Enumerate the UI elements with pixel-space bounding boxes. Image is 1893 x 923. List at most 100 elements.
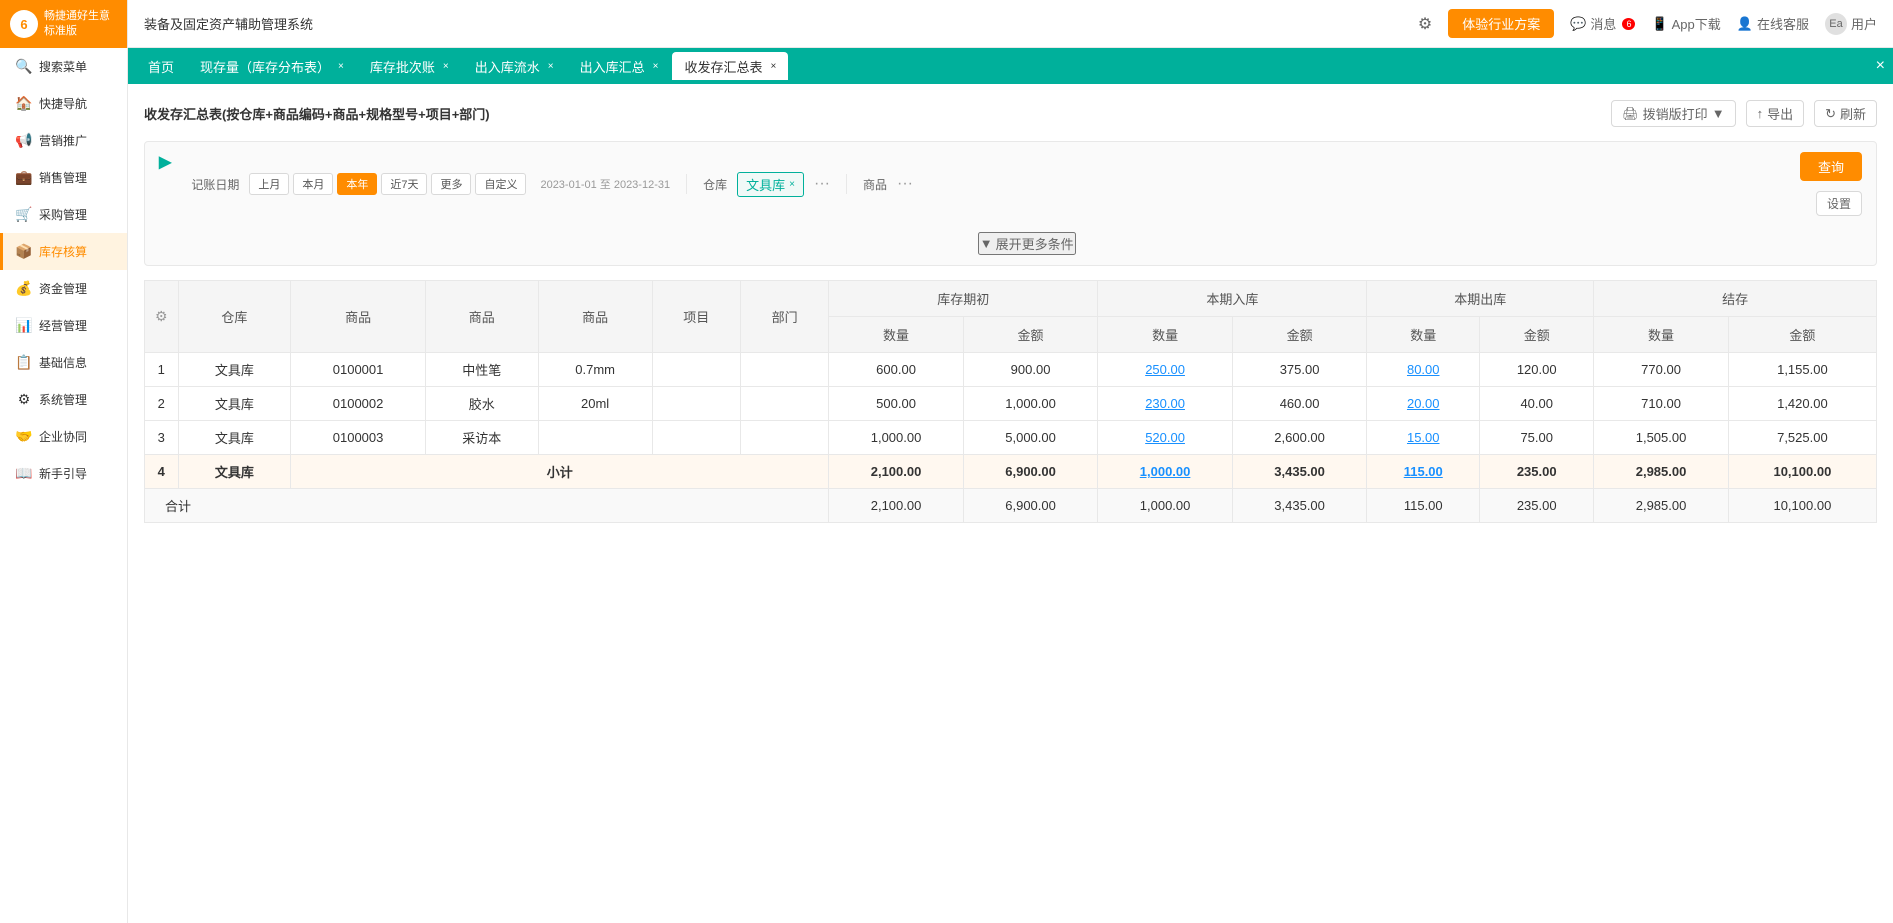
row-project [652, 387, 740, 421]
tab-batch[interactable]: 库存批次账 × [358, 52, 461, 80]
tab-recv-send[interactable]: 收发存汇总表 × [672, 52, 788, 80]
sidebar-item-search[interactable]: 🔍搜索菜单 [0, 48, 127, 85]
guide-label: 新手引导 [39, 465, 87, 482]
content-panel: 收发存汇总表(按仓库+商品编码+商品+规格型号+项目+部门) 🖨 拨销版打印 ▼… [128, 84, 1893, 923]
export-icon: ↑ [1757, 106, 1764, 121]
row-in-qty[interactable]: 230.00 [1098, 387, 1233, 421]
tab-inout-flow-close[interactable]: × [548, 61, 554, 72]
row-out-qty[interactable]: 80.00 [1367, 353, 1480, 387]
sidebar-item-guide[interactable]: 📖新手引导 [0, 455, 127, 492]
marketing-icon: 📢 [15, 132, 33, 149]
warehouse-tag-remove[interactable]: × [789, 179, 795, 190]
row-in-amt: 460.00 [1232, 387, 1367, 421]
row-close-amt: 7,525.00 [1728, 421, 1876, 455]
tab-batch-close[interactable]: × [443, 61, 449, 72]
trial-button[interactable]: 体验行业方案 [1448, 9, 1554, 38]
message-icon: 💬 [1570, 16, 1586, 32]
purchase-icon: 🛒 [15, 206, 33, 223]
row-goods-name: 中性笔 [425, 353, 538, 387]
sidebar-item-marketing[interactable]: 📢营销推广 [0, 122, 127, 159]
enterprise-label: 企业协同 [39, 428, 87, 445]
total-row: 合计 2,100.00 6,900.00 1,000.00 3,435.00 1… [145, 489, 1877, 523]
print-button[interactable]: 🖨 拨销版打印 ▼ [1611, 100, 1735, 127]
subtotal-warehouse: 文具库 [178, 455, 291, 489]
export-button[interactable]: ↑ 导出 [1746, 100, 1805, 127]
print-icon: 🖨 [1622, 106, 1639, 122]
row-goods-spec: 20ml [538, 387, 652, 421]
tab-inout-flow[interactable]: 出入库流水 × [463, 52, 566, 80]
row-goods-spec [538, 421, 652, 455]
refresh-button[interactable]: ↻ 刷新 [1814, 100, 1877, 127]
date-btn-prev-month[interactable]: 上月 [249, 173, 289, 195]
filter-toggle-icon[interactable]: ▶ [159, 152, 171, 172]
row-close-qty: 710.00 [1594, 387, 1729, 421]
subtotal-row: 4 文具库 小计 2,100.00 6,900.00 1,000.00 3,43… [145, 455, 1877, 489]
table-gear-icon[interactable]: ⚙ [155, 308, 168, 324]
page-header: 收发存汇总表(按仓库+商品编码+商品+规格型号+项目+部门) 🖨 拨销版打印 ▼… [144, 100, 1877, 127]
app-download-label: App下载 [1672, 14, 1721, 33]
sidebar-item-sales[interactable]: 💼销售管理 [0, 159, 127, 196]
row-open-qty: 1,000.00 [829, 421, 964, 455]
inventory-icon: 📦 [15, 243, 33, 260]
date-btn-current-year[interactable]: 本年 [337, 173, 377, 195]
quick-nav-label: 快捷导航 [39, 95, 87, 112]
app-download-btn[interactable]: 📱 App下载 [1651, 14, 1720, 33]
logo-icon: 6 [10, 10, 38, 38]
user-btn[interactable]: Ea 用户 [1825, 13, 1877, 35]
row-in-qty[interactable]: 250.00 [1098, 353, 1233, 387]
row-project [652, 353, 740, 387]
tab-recv-send-close[interactable]: × [770, 61, 776, 72]
top-header: 装备及固定资产辅助管理系统 ⚙ 体验行业方案 💬 消息 6 📱 App下载 👤 … [128, 0, 1893, 48]
filter-divider-2 [846, 174, 847, 194]
sidebar-item-system[interactable]: ⚙系统管理 [0, 381, 127, 418]
row-warehouse: 文具库 [178, 387, 291, 421]
tab-inout-summary[interactable]: 出入库汇总 × [568, 52, 671, 80]
query-button[interactable]: 查询 [1800, 152, 1862, 181]
row-index: 2 [145, 387, 179, 421]
online-service-btn[interactable]: 👤 在线客服 [1737, 14, 1809, 33]
subtotal-out-qty: 115.00 [1367, 455, 1480, 489]
message-btn[interactable]: 💬 消息 6 [1570, 14, 1635, 33]
row-close-qty: 1,505.00 [1594, 421, 1729, 455]
basic-info-label: 基础信息 [39, 354, 87, 371]
quick-nav-icon: 🏠 [15, 95, 33, 112]
row-in-qty[interactable]: 520.00 [1098, 421, 1233, 455]
search-icon: 🔍 [15, 58, 33, 75]
sidebar-item-basic-info[interactable]: 📋基础信息 [0, 344, 127, 381]
tab-home[interactable]: 首页 [136, 52, 186, 80]
row-warehouse: 文具库 [178, 353, 291, 387]
warehouse-more-icon[interactable]: ··· [814, 175, 830, 193]
filter-settings-link[interactable]: 设置 [1816, 191, 1862, 216]
sidebar-item-purchase[interactable]: 🛒采购管理 [0, 196, 127, 233]
date-btn-custom[interactable]: 自定义 [475, 173, 526, 195]
goods-more-icon[interactable]: ··· [897, 175, 913, 193]
date-btn-current-month[interactable]: 本月 [293, 173, 333, 195]
th-dept: 部门 [740, 281, 828, 353]
settings-icon[interactable]: ⚙ [1418, 14, 1432, 34]
app-name: 畅捷通好生意 [44, 9, 110, 24]
row-out-qty[interactable]: 20.00 [1367, 387, 1480, 421]
row-out-amt: 120.00 [1480, 353, 1594, 387]
tab-bar-close[interactable]: × [1876, 57, 1885, 75]
sidebar-item-finance[interactable]: 💰资金管理 [0, 270, 127, 307]
row-out-qty[interactable]: 15.00 [1367, 421, 1480, 455]
user-label: 用户 [1851, 14, 1877, 33]
row-open-amt: 5,000.00 [963, 421, 1098, 455]
sidebar-item-quick-nav[interactable]: 🏠 快捷导航 [0, 85, 127, 122]
row-close-qty: 770.00 [1594, 353, 1729, 387]
sidebar-item-inventory[interactable]: 📦库存核算 [0, 233, 127, 270]
row-in-amt: 375.00 [1232, 353, 1367, 387]
tab-stock-dist[interactable]: 现存量（库存分布表） × [188, 52, 356, 80]
expand-conditions-btn[interactable]: ▼ 展开更多条件 [978, 232, 1076, 255]
sidebar-item-enterprise[interactable]: 🤝企业协同 [0, 418, 127, 455]
th-out-qty: 数量 [1367, 317, 1480, 353]
th-settings: ⚙ [145, 281, 179, 353]
date-btn-more[interactable]: 更多 [431, 173, 471, 195]
tab-stock-dist-close[interactable]: × [338, 61, 344, 72]
sidebar-item-operations[interactable]: 📊经营管理 [0, 307, 127, 344]
download-icon: 📱 [1651, 16, 1667, 32]
page-content: 收发存汇总表(按仓库+商品编码+商品+规格型号+项目+部门) 🖨 拨销版打印 ▼… [128, 84, 1893, 923]
date-btn-7days[interactable]: 近7天 [381, 173, 427, 195]
subtotal-index: 4 [145, 455, 179, 489]
tab-inout-summary-close[interactable]: × [653, 61, 659, 72]
